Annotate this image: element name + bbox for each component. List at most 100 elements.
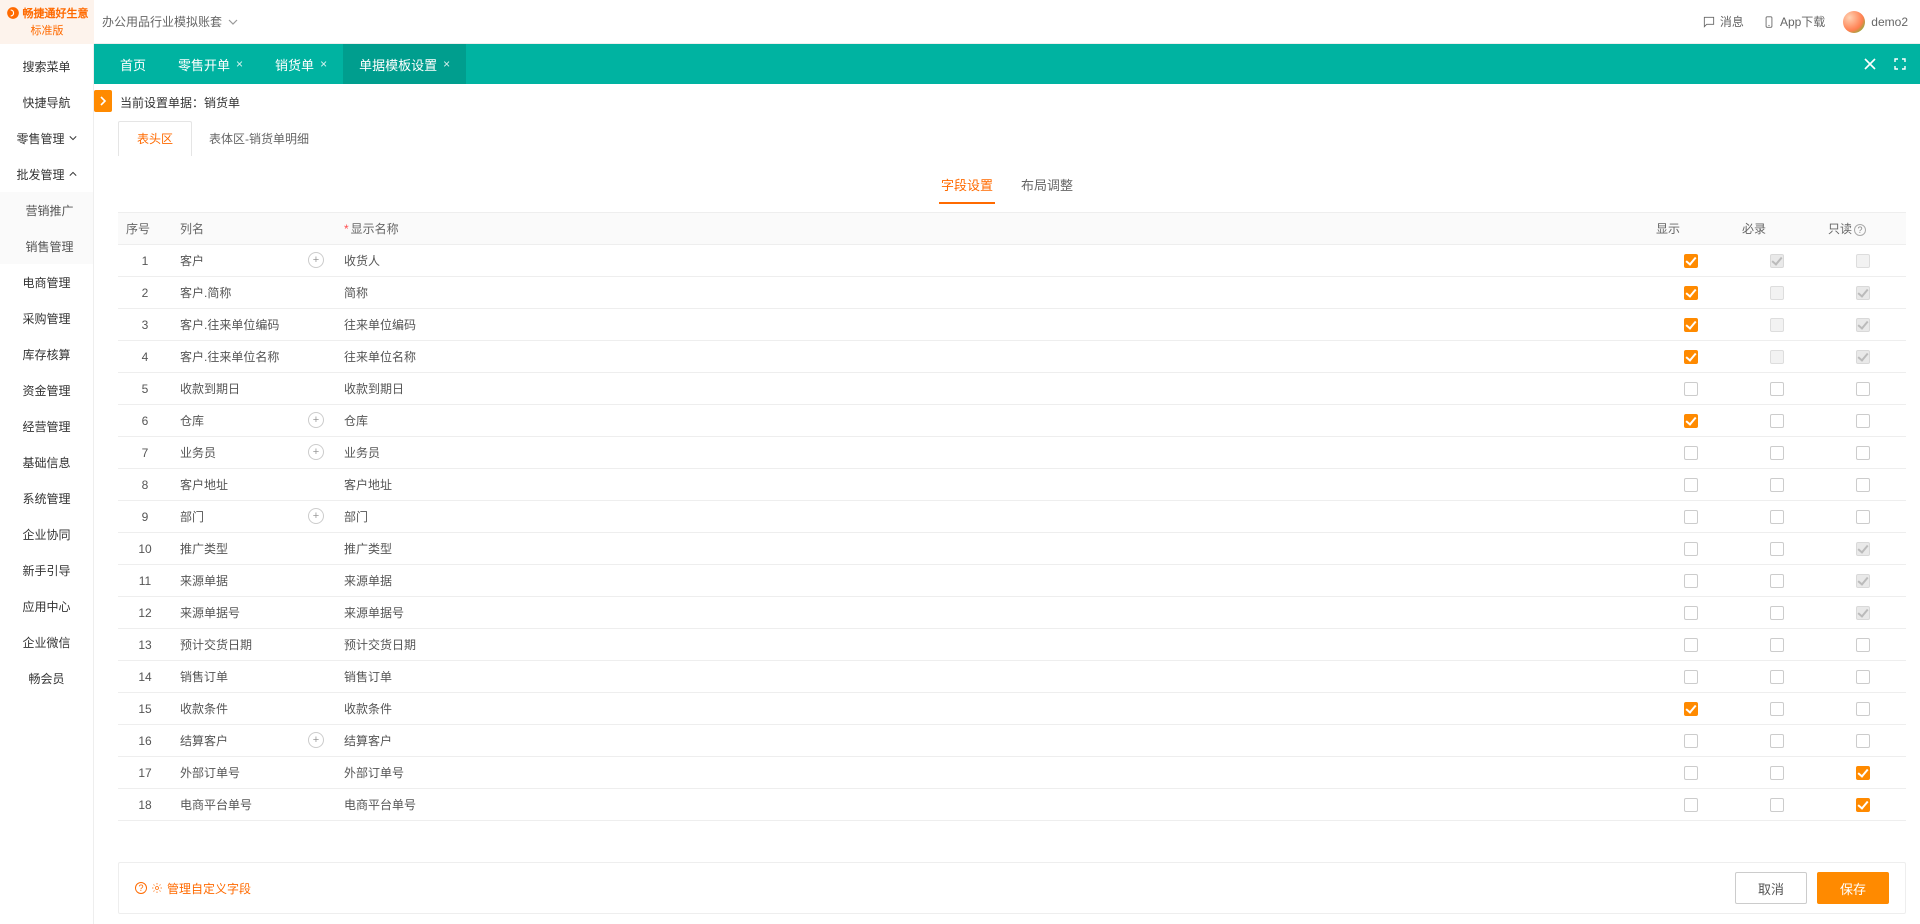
sidebar-item[interactable]: 搜索菜单 bbox=[0, 48, 93, 84]
checkbox[interactable] bbox=[1770, 606, 1784, 620]
sidebar-item[interactable]: 企业微信 bbox=[0, 624, 93, 660]
checkbox[interactable] bbox=[1770, 542, 1784, 556]
close-icon[interactable]: × bbox=[320, 57, 327, 71]
collapse-panel-button[interactable] bbox=[94, 90, 112, 112]
checkbox[interactable] bbox=[1770, 670, 1784, 684]
sidebar-item[interactable]: 库存核算 bbox=[0, 336, 93, 372]
save-button[interactable]: 保存 bbox=[1817, 872, 1889, 904]
sidebar-item[interactable]: 畅会员 bbox=[0, 660, 93, 696]
checkbox[interactable] bbox=[1684, 254, 1698, 268]
sidebar-item[interactable]: 基础信息 bbox=[0, 444, 93, 480]
checkbox[interactable] bbox=[1684, 798, 1698, 812]
checkbox[interactable] bbox=[1770, 638, 1784, 652]
expand-field-button[interactable]: + bbox=[308, 412, 324, 428]
cell-display-name[interactable]: 仓库 bbox=[336, 405, 1648, 437]
sidebar-item[interactable]: 应用中心 bbox=[0, 588, 93, 624]
cell-display-name[interactable]: 客户地址 bbox=[336, 469, 1648, 501]
checkbox[interactable] bbox=[1770, 574, 1784, 588]
close-icon[interactable]: × bbox=[236, 57, 243, 71]
fullscreen-button[interactable] bbox=[1886, 50, 1914, 78]
tab[interactable]: 销货单× bbox=[259, 44, 343, 84]
checkbox[interactable] bbox=[1856, 414, 1870, 428]
checkbox[interactable] bbox=[1684, 670, 1698, 684]
sidebar-item[interactable]: 经营管理 bbox=[0, 408, 93, 444]
checkbox[interactable] bbox=[1856, 638, 1870, 652]
checkbox[interactable] bbox=[1684, 606, 1698, 620]
checkbox[interactable] bbox=[1770, 766, 1784, 780]
cell-display-name[interactable]: 电商平台单号 bbox=[336, 789, 1648, 821]
sidebar-subitem[interactable]: 销售管理 bbox=[0, 228, 93, 264]
checkbox[interactable] bbox=[1770, 798, 1784, 812]
cell-display-name[interactable]: 结算客户 bbox=[336, 725, 1648, 757]
checkbox[interactable] bbox=[1856, 478, 1870, 492]
checkbox[interactable] bbox=[1684, 318, 1698, 332]
section-tab[interactable]: 表头区 bbox=[118, 121, 192, 156]
cell-display-name[interactable]: 收货人 bbox=[336, 245, 1648, 277]
cell-display-name[interactable]: 外部订单号 bbox=[336, 757, 1648, 789]
checkbox[interactable] bbox=[1856, 670, 1870, 684]
checkbox[interactable] bbox=[1684, 766, 1698, 780]
sidebar-item[interactable]: 新手引导 bbox=[0, 552, 93, 588]
checkbox[interactable] bbox=[1684, 382, 1698, 396]
checkbox[interactable] bbox=[1684, 350, 1698, 364]
expand-field-button[interactable]: + bbox=[308, 732, 324, 748]
user-menu[interactable]: demo2 bbox=[1871, 15, 1908, 29]
cancel-button[interactable]: 取消 bbox=[1735, 872, 1807, 904]
checkbox[interactable] bbox=[1770, 478, 1784, 492]
close-all-tabs-button[interactable] bbox=[1856, 50, 1884, 78]
checkbox[interactable] bbox=[1856, 702, 1870, 716]
expand-field-button[interactable]: + bbox=[308, 508, 324, 524]
cell-display-name[interactable]: 来源单据 bbox=[336, 565, 1648, 597]
sidebar-item[interactable]: 资金管理 bbox=[0, 372, 93, 408]
tab[interactable]: 单据模板设置× bbox=[343, 44, 466, 84]
cell-display-name[interactable]: 收款条件 bbox=[336, 693, 1648, 725]
cell-display-name[interactable]: 推广类型 bbox=[336, 533, 1648, 565]
cell-display-name[interactable]: 简称 bbox=[336, 277, 1648, 309]
checkbox[interactable] bbox=[1684, 734, 1698, 748]
checkbox[interactable] bbox=[1684, 542, 1698, 556]
checkbox[interactable] bbox=[1856, 510, 1870, 524]
cell-display-name[interactable]: 收款到期日 bbox=[336, 373, 1648, 405]
checkbox[interactable] bbox=[1856, 798, 1870, 812]
checkbox[interactable] bbox=[1856, 734, 1870, 748]
checkbox[interactable] bbox=[1684, 638, 1698, 652]
checkbox[interactable] bbox=[1684, 286, 1698, 300]
checkbox[interactable] bbox=[1770, 446, 1784, 460]
checkbox[interactable] bbox=[1684, 510, 1698, 524]
checkbox[interactable] bbox=[1856, 382, 1870, 396]
checkbox[interactable] bbox=[1770, 734, 1784, 748]
sidebar-item[interactable]: 系统管理 bbox=[0, 480, 93, 516]
expand-field-button[interactable]: + bbox=[308, 252, 324, 268]
sidebar-item[interactable]: 快捷导航 bbox=[0, 84, 93, 120]
close-icon[interactable]: × bbox=[443, 57, 450, 71]
sidebar-item[interactable]: 批发管理 bbox=[0, 156, 93, 192]
checkbox[interactable] bbox=[1684, 702, 1698, 716]
cell-display-name[interactable]: 来源单据号 bbox=[336, 597, 1648, 629]
checkbox[interactable] bbox=[1684, 446, 1698, 460]
checkbox[interactable] bbox=[1684, 478, 1698, 492]
account-selector[interactable]: 办公用品行业模拟账套 bbox=[102, 13, 238, 30]
checkbox[interactable] bbox=[1684, 574, 1698, 588]
cell-display-name[interactable]: 往来单位编码 bbox=[336, 309, 1648, 341]
checkbox[interactable] bbox=[1684, 414, 1698, 428]
sidebar-subitem[interactable]: 营销推广 bbox=[0, 192, 93, 228]
inner-tab[interactable]: 布局调整 bbox=[1019, 169, 1075, 204]
sidebar-item[interactable]: 零售管理 bbox=[0, 120, 93, 156]
checkbox[interactable] bbox=[1770, 702, 1784, 716]
section-tab[interactable]: 表体区-销货单明细 bbox=[191, 121, 327, 156]
cell-display-name[interactable]: 预计交货日期 bbox=[336, 629, 1648, 661]
messages-button[interactable]: 消息 bbox=[1702, 13, 1744, 30]
tab[interactable]: 零售开单× bbox=[162, 44, 259, 84]
sidebar-item[interactable]: 企业协同 bbox=[0, 516, 93, 552]
help-icon[interactable]: ? bbox=[1854, 224, 1866, 236]
sidebar-item[interactable]: 电商管理 bbox=[0, 264, 93, 300]
checkbox[interactable] bbox=[1856, 766, 1870, 780]
avatar[interactable] bbox=[1843, 11, 1865, 33]
cell-display-name[interactable]: 业务员 bbox=[336, 437, 1648, 469]
cell-display-name[interactable]: 往来单位名称 bbox=[336, 341, 1648, 373]
inner-tab[interactable]: 字段设置 bbox=[939, 169, 995, 204]
checkbox[interactable] bbox=[1770, 414, 1784, 428]
checkbox[interactable] bbox=[1770, 510, 1784, 524]
tab[interactable]: 首页 bbox=[104, 44, 162, 84]
checkbox[interactable] bbox=[1770, 382, 1784, 396]
